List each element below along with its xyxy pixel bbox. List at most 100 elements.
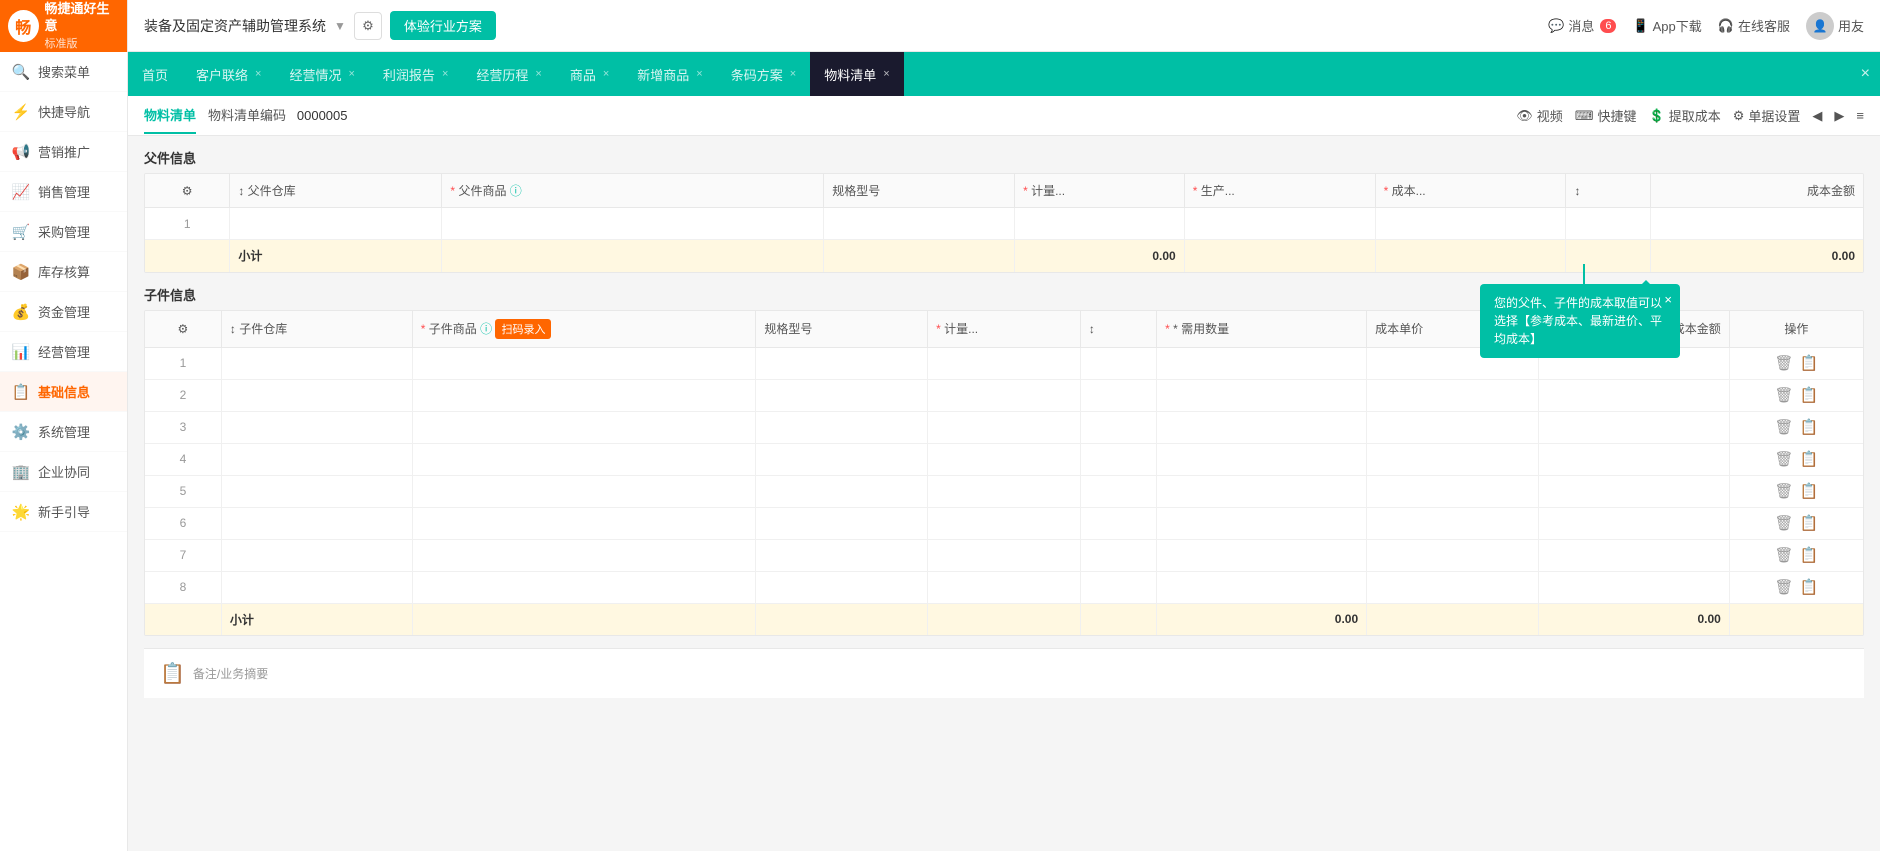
child-row-8-spec[interactable] (756, 571, 928, 603)
child-row-4-cost-amount[interactable] (1538, 443, 1729, 475)
sidebar-item-system[interactable]: ⚙️ 系统管理 (0, 412, 127, 452)
child-row-7-warehouse[interactable] (221, 539, 412, 571)
settings-action[interactable]: ⚙ 单据设置 (1733, 106, 1801, 125)
message-button[interactable]: 💬 消息 6 (1548, 16, 1616, 35)
tooltip-close-button[interactable]: × (1664, 290, 1672, 310)
note-text[interactable]: 备注/业务摘要 (193, 665, 268, 682)
sidebar-item-inventory[interactable]: 📦 库存核算 (0, 252, 127, 292)
child-row-3-product[interactable] (412, 411, 756, 443)
child-row-5-product[interactable] (412, 475, 756, 507)
sidebar-item-finance[interactable]: 💰 资金管理 (0, 292, 127, 332)
nav-prev[interactable]: ◀ (1812, 108, 1822, 124)
child-row-6-unit[interactable] (928, 507, 1081, 539)
child-row-7-unit[interactable] (928, 539, 1081, 571)
child-row-1-product[interactable] (412, 347, 756, 379)
sidebar-item-operation[interactable]: 📊 经营管理 (0, 332, 127, 372)
parent-row-1-cost[interactable] (1375, 208, 1566, 240)
sidebar-item-enterprise[interactable]: 🏢 企业协同 (0, 452, 127, 492)
copy-icon[interactable]: 📋 (1800, 386, 1819, 404)
copy-icon[interactable]: 📋 (1800, 514, 1819, 532)
delete-icon[interactable]: 🗑 (1775, 418, 1794, 436)
delete-icon[interactable]: 🗑 (1775, 354, 1794, 372)
copy-icon[interactable]: 📋 (1800, 482, 1819, 500)
child-row-4-needed[interactable] (1157, 443, 1367, 475)
tab-bom[interactable]: 物料清单 × (810, 52, 903, 96)
child-row-3-unit[interactable] (928, 411, 1081, 443)
delete-icon[interactable]: 🗑 (1775, 482, 1794, 500)
tab-close-product[interactable]: × (603, 68, 609, 80)
child-row-8-cost-amount[interactable] (1538, 571, 1729, 603)
close-all-tabs[interactable]: × (1851, 65, 1880, 83)
delete-icon[interactable]: 🗑 (1775, 450, 1794, 468)
child-row-2-spec[interactable] (756, 379, 928, 411)
tab-close-operation-history[interactable]: × (535, 68, 541, 80)
child-row-6-spec[interactable] (756, 507, 928, 539)
online-service-button[interactable]: 🎧 在线客服 (1718, 16, 1790, 35)
view-action[interactable]: 👁 视频 (1516, 106, 1563, 125)
child-row-4-spec[interactable] (756, 443, 928, 475)
child-row-7-needed[interactable] (1157, 539, 1367, 571)
child-row-5-warehouse[interactable] (221, 475, 412, 507)
tab-product[interactable]: 商品 × (556, 52, 623, 96)
delete-icon[interactable]: 🗑 (1775, 546, 1794, 564)
nav-list[interactable]: ≡ (1856, 108, 1864, 123)
child-row-5-spec[interactable] (756, 475, 928, 507)
child-row-3-spec[interactable] (756, 411, 928, 443)
child-row-5-unit-price[interactable] (1367, 475, 1539, 507)
nav-next[interactable]: ▶ (1834, 108, 1844, 124)
child-row-7-spec[interactable] (756, 539, 928, 571)
tab-close-customer[interactable]: × (255, 68, 261, 80)
child-row-2-product[interactable] (412, 379, 756, 411)
tab-profit-report[interactable]: 利润报告 × (369, 52, 462, 96)
tab-close-barcode[interactable]: × (790, 68, 796, 80)
child-row-3-cost-amount[interactable] (1538, 411, 1729, 443)
sidebar-item-sales[interactable]: 📈 销售管理 (0, 172, 127, 212)
child-row-4-product[interactable] (412, 443, 756, 475)
parent-row-1-product[interactable] (442, 208, 824, 240)
shortcut-action[interactable]: ⌨ 快捷键 (1575, 106, 1637, 125)
child-row-6-cost-amount[interactable] (1538, 507, 1729, 539)
parent-row-1-spec[interactable] (824, 208, 1015, 240)
child-row-8-product[interactable] (412, 571, 756, 603)
tab-operation-history[interactable]: 经营历程 × (462, 52, 555, 96)
child-row-8-needed[interactable] (1157, 571, 1367, 603)
tab-barcode[interactable]: 条码方案 × (717, 52, 810, 96)
child-row-2-cost-amount[interactable] (1538, 379, 1729, 411)
tab-new-product[interactable]: 新增商品 × (623, 52, 716, 96)
app-download-button[interactable]: 📱 App下载 (1632, 16, 1701, 35)
sidebar-item-marketing[interactable]: 📢 营销推广 (0, 132, 127, 172)
child-row-2-unit[interactable] (928, 379, 1081, 411)
delete-icon[interactable]: 🗑 (1775, 514, 1794, 532)
scan-button[interactable]: 扫码录入 (495, 319, 551, 339)
delete-icon[interactable]: 🗑 (1775, 578, 1794, 596)
parent-row-1-production[interactable] (1184, 208, 1375, 240)
copy-icon[interactable]: 📋 (1800, 450, 1819, 468)
child-row-4-warehouse[interactable] (221, 443, 412, 475)
child-row-3-needed[interactable] (1157, 411, 1367, 443)
child-row-1-warehouse[interactable] (221, 347, 412, 379)
tab-close-operation-status[interactable]: × (348, 68, 354, 80)
child-row-6-unit-price[interactable] (1367, 507, 1539, 539)
parent-row-1-warehouse[interactable] (230, 208, 442, 240)
child-row-8-unit[interactable] (928, 571, 1081, 603)
child-row-8-unit-price[interactable] (1367, 571, 1539, 603)
child-row-5-cost-amount[interactable] (1538, 475, 1729, 507)
sub-tab-bom-list[interactable]: 物料清单 (144, 97, 196, 134)
child-row-6-product[interactable] (412, 507, 756, 539)
child-row-7-cost-amount[interactable] (1538, 539, 1729, 571)
child-row-4-unit-price[interactable] (1367, 443, 1539, 475)
child-row-8-warehouse[interactable] (221, 571, 412, 603)
tab-home[interactable]: 首页 (128, 52, 182, 96)
copy-icon[interactable]: 📋 (1800, 546, 1819, 564)
child-row-6-needed[interactable] (1157, 507, 1367, 539)
delete-icon[interactable]: 🗑 (1775, 386, 1794, 404)
child-row-3-warehouse[interactable] (221, 411, 412, 443)
child-row-5-unit[interactable] (928, 475, 1081, 507)
tab-operation-status[interactable]: 经营情况 × (275, 52, 368, 96)
child-row-6-warehouse[interactable] (221, 507, 412, 539)
parent-row-1-unit[interactable] (1015, 208, 1185, 240)
gear-button[interactable]: ⚙ (354, 12, 382, 40)
child-row-4-unit[interactable] (928, 443, 1081, 475)
copy-icon[interactable]: 📋 (1800, 418, 1819, 436)
tab-close-new-product[interactable]: × (696, 68, 702, 80)
